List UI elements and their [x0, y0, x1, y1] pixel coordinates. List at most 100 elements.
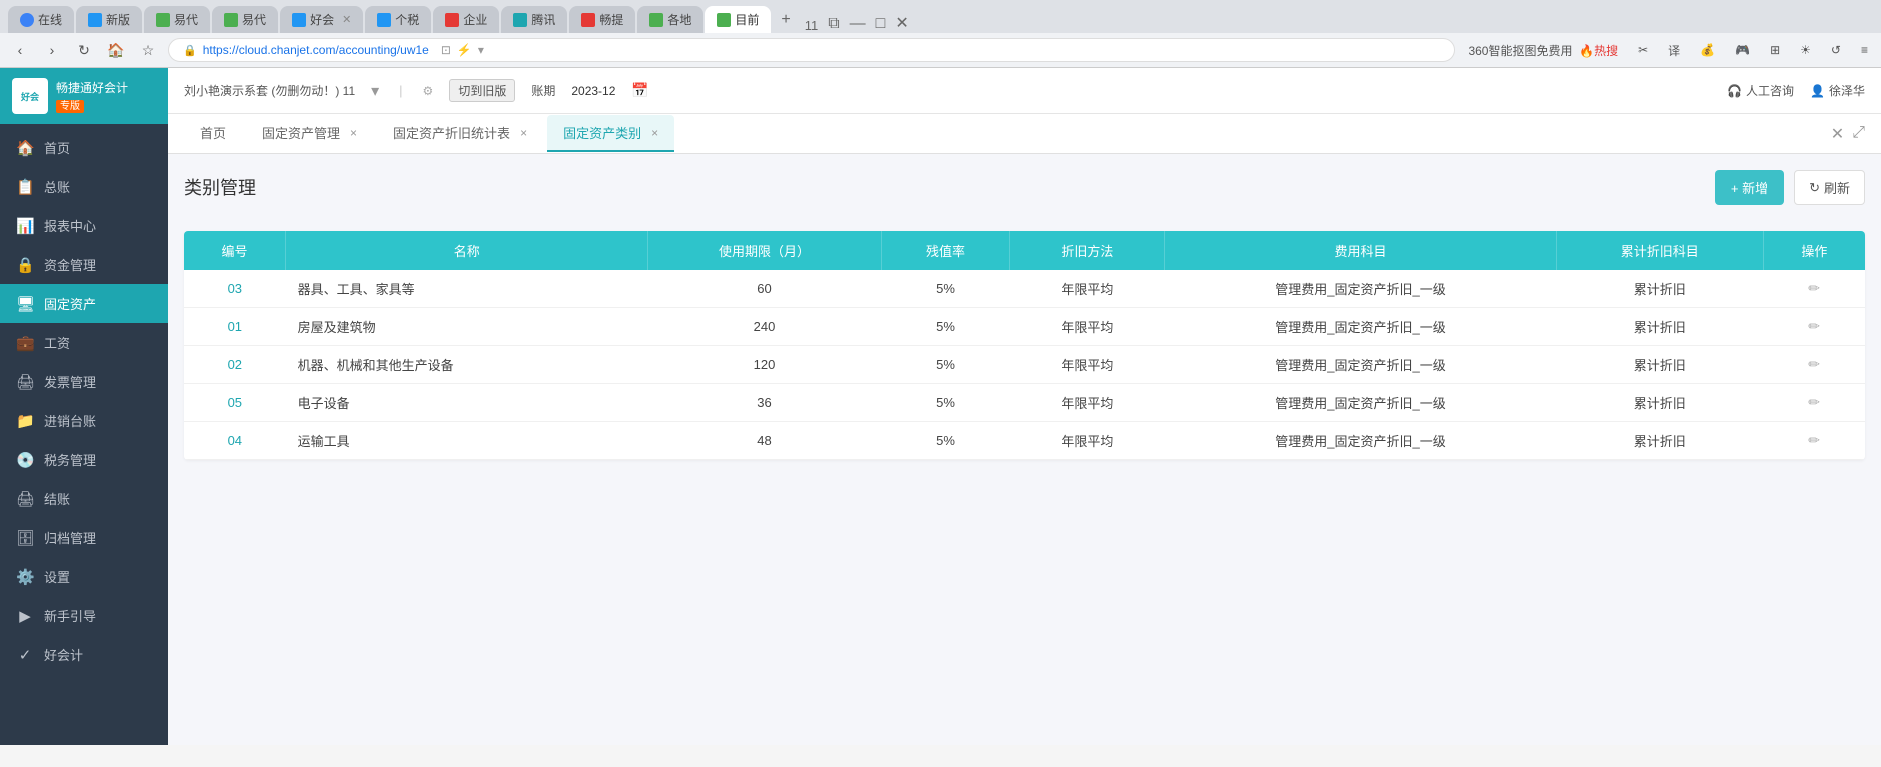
sidebar-item-archive[interactable]: 🗄 归档管理	[0, 518, 168, 557]
user-avatar-area[interactable]: 👤 徐泽华	[1810, 82, 1865, 99]
close-window-button[interactable]: ✕	[895, 13, 908, 33]
tab-depreciation-table[interactable]: 固定资产折旧统计表 ×	[377, 115, 543, 152]
sidebar-item-fund[interactable]: 🔒 资金管理	[0, 245, 168, 284]
user-settings-icon[interactable]: ⚙	[423, 84, 434, 98]
game-icon[interactable]: 🎮	[1730, 41, 1755, 59]
guide-icon: ▶	[16, 607, 34, 625]
cell-name: 机器、机械和其他生产设备	[286, 346, 648, 384]
grid-icon[interactable]: ⊞	[1765, 41, 1785, 59]
sidebar-label-fund: 资金管理	[44, 255, 96, 274]
menu-icon[interactable]: ≡	[1856, 41, 1873, 59]
sidebar-item-invoice[interactable]: 🖨 发票管理	[0, 362, 168, 401]
sidebar-item-inout[interactable]: 📁 进销台账	[0, 401, 168, 440]
home-button[interactable]: 🏠	[104, 38, 128, 62]
col-header-months: 使用期限（月）	[648, 231, 881, 270]
tab-asset-category[interactable]: 固定资产类别 ×	[547, 115, 674, 152]
browser-tab-4[interactable]: 易代	[212, 6, 278, 33]
cell-action[interactable]: ✏	[1763, 346, 1865, 384]
tab-close-5[interactable]: ✕	[342, 13, 351, 26]
cell-expense: 管理费用_固定资产折旧_一级	[1165, 422, 1556, 460]
tab-asset-category-close[interactable]: ×	[651, 126, 658, 140]
cell-name: 房屋及建筑物	[286, 308, 648, 346]
restore-button[interactable]: ⧉	[828, 15, 839, 33]
undo-icon[interactable]: ↺	[1826, 41, 1846, 59]
tab-asset-mgmt-close[interactable]: ×	[350, 126, 357, 140]
edit-icon[interactable]: ✏	[1808, 280, 1820, 296]
sidebar-item-checkout[interactable]: 🖨 结账	[0, 479, 168, 518]
cell-action[interactable]: ✏	[1763, 422, 1865, 460]
switch-to-old-button[interactable]: 切到旧版	[449, 79, 515, 102]
page-tabs: 首页 固定资产管理 × 固定资产折旧统计表 × 固定资产类别 × ✕ ⤢	[168, 114, 1881, 154]
cell-method: 年限平均	[1010, 308, 1165, 346]
search-box[interactable]: 360智能抠图免费用 🔥热搜	[1463, 40, 1623, 61]
tab-depreciation-close[interactable]: ×	[520, 126, 527, 140]
cell-expense: 管理费用_固定资产折旧_一级	[1165, 346, 1556, 384]
sidebar-item-guide[interactable]: ▶ 新手引导	[0, 596, 168, 635]
ssl-icon: 🔒	[183, 44, 197, 57]
cell-accum: 累计折旧	[1556, 384, 1763, 422]
sidebar-item-settings[interactable]: ⚙️ 设置	[0, 557, 168, 596]
maximize-button[interactable]: □	[876, 15, 886, 33]
forward-button[interactable]: ›	[40, 38, 64, 62]
period-label: 账期	[531, 82, 555, 99]
browser-tab-6[interactable]: 个税	[365, 6, 431, 33]
browser-tab-11[interactable]: 目前	[705, 6, 771, 33]
service-button[interactable]: 🎧 人工咨询	[1727, 82, 1794, 99]
brightness-icon[interactable]: ☀	[1795, 41, 1816, 59]
bookmark-button[interactable]: ☆	[136, 38, 160, 62]
browser-tab-8[interactable]: 腾讯	[501, 6, 567, 33]
minimize-button[interactable]: —	[850, 15, 866, 33]
cell-action[interactable]: ✏	[1763, 384, 1865, 422]
sidebar-item-salary[interactable]: 💼 工资	[0, 323, 168, 362]
browser-tab-7[interactable]: 企业	[433, 6, 499, 33]
back-button[interactable]: ‹	[8, 38, 32, 62]
sidebar-item-help[interactable]: ✓ 好会计	[0, 635, 168, 674]
tab-maximize-button[interactable]: ⤢	[1852, 124, 1865, 144]
tab-home[interactable]: 首页	[184, 115, 242, 152]
edit-icon[interactable]: ✏	[1808, 432, 1820, 448]
cell-accum: 累计折旧	[1556, 270, 1763, 308]
cell-code[interactable]: 01	[184, 308, 286, 346]
cell-accum: 累计折旧	[1556, 422, 1763, 460]
cell-code[interactable]: 03	[184, 270, 286, 308]
inout-icon: 📁	[16, 412, 34, 430]
browser-tab-1[interactable]: 在线	[8, 6, 74, 33]
tax-icon: 💿	[16, 451, 34, 469]
cell-action[interactable]: ✏	[1763, 270, 1865, 308]
sidebar-item-fixed[interactable]: 🖥 固定资产	[0, 284, 168, 323]
cell-residual: 5%	[881, 346, 1010, 384]
address-box[interactable]: 🔒 https://cloud.chanjet.com/accounting/u…	[168, 38, 1455, 62]
wallet-icon[interactable]: 💰	[1695, 41, 1720, 59]
sidebar-label-help: 好会计	[44, 645, 83, 664]
edit-icon[interactable]: ✏	[1808, 318, 1820, 334]
browser-tab-5[interactable]: 好会 ✕	[280, 6, 363, 33]
tab-list-button[interactable]: 11	[805, 18, 819, 33]
header-user-info: 刘小艳演示系套 (勿删勿动！) 11	[184, 82, 355, 99]
sidebar-item-ledger[interactable]: 📋 总账	[0, 167, 168, 206]
translate-icon[interactable]: 译	[1663, 40, 1685, 61]
cell-code[interactable]: 05	[184, 384, 286, 422]
sidebar-item-report[interactable]: 📊 报表中心	[0, 206, 168, 245]
reload-button[interactable]: ↻	[72, 38, 96, 62]
edit-icon[interactable]: ✏	[1808, 394, 1820, 410]
add-button[interactable]: + 新增	[1715, 170, 1784, 205]
sidebar-item-home[interactable]: 🏠 首页	[0, 128, 168, 167]
browser-tab-9[interactable]: 畅提	[569, 6, 635, 33]
new-tab-button[interactable]: +	[773, 7, 798, 33]
sidebar-label-ledger: 总账	[44, 177, 70, 196]
cell-code[interactable]: 02	[184, 346, 286, 384]
cell-code[interactable]: 04	[184, 422, 286, 460]
tab-asset-mgmt[interactable]: 固定资产管理 ×	[246, 115, 373, 152]
sidebar-item-tax[interactable]: 💿 税务管理	[0, 440, 168, 479]
user-dropdown-icon[interactable]: ▾	[371, 81, 379, 101]
calendar-icon[interactable]: 📅	[631, 82, 648, 99]
cell-method: 年限平均	[1010, 422, 1165, 460]
browser-tab-3[interactable]: 易代	[144, 6, 210, 33]
refresh-button[interactable]: ↻ 刷新	[1794, 170, 1865, 205]
cell-action[interactable]: ✏	[1763, 308, 1865, 346]
tab-close-all-button[interactable]: ✕	[1831, 124, 1844, 144]
cut-icon[interactable]: ✂	[1633, 41, 1653, 59]
edit-icon[interactable]: ✏	[1808, 356, 1820, 372]
browser-tab-2[interactable]: 新版	[76, 6, 142, 33]
browser-tab-10[interactable]: 各地	[637, 6, 703, 33]
